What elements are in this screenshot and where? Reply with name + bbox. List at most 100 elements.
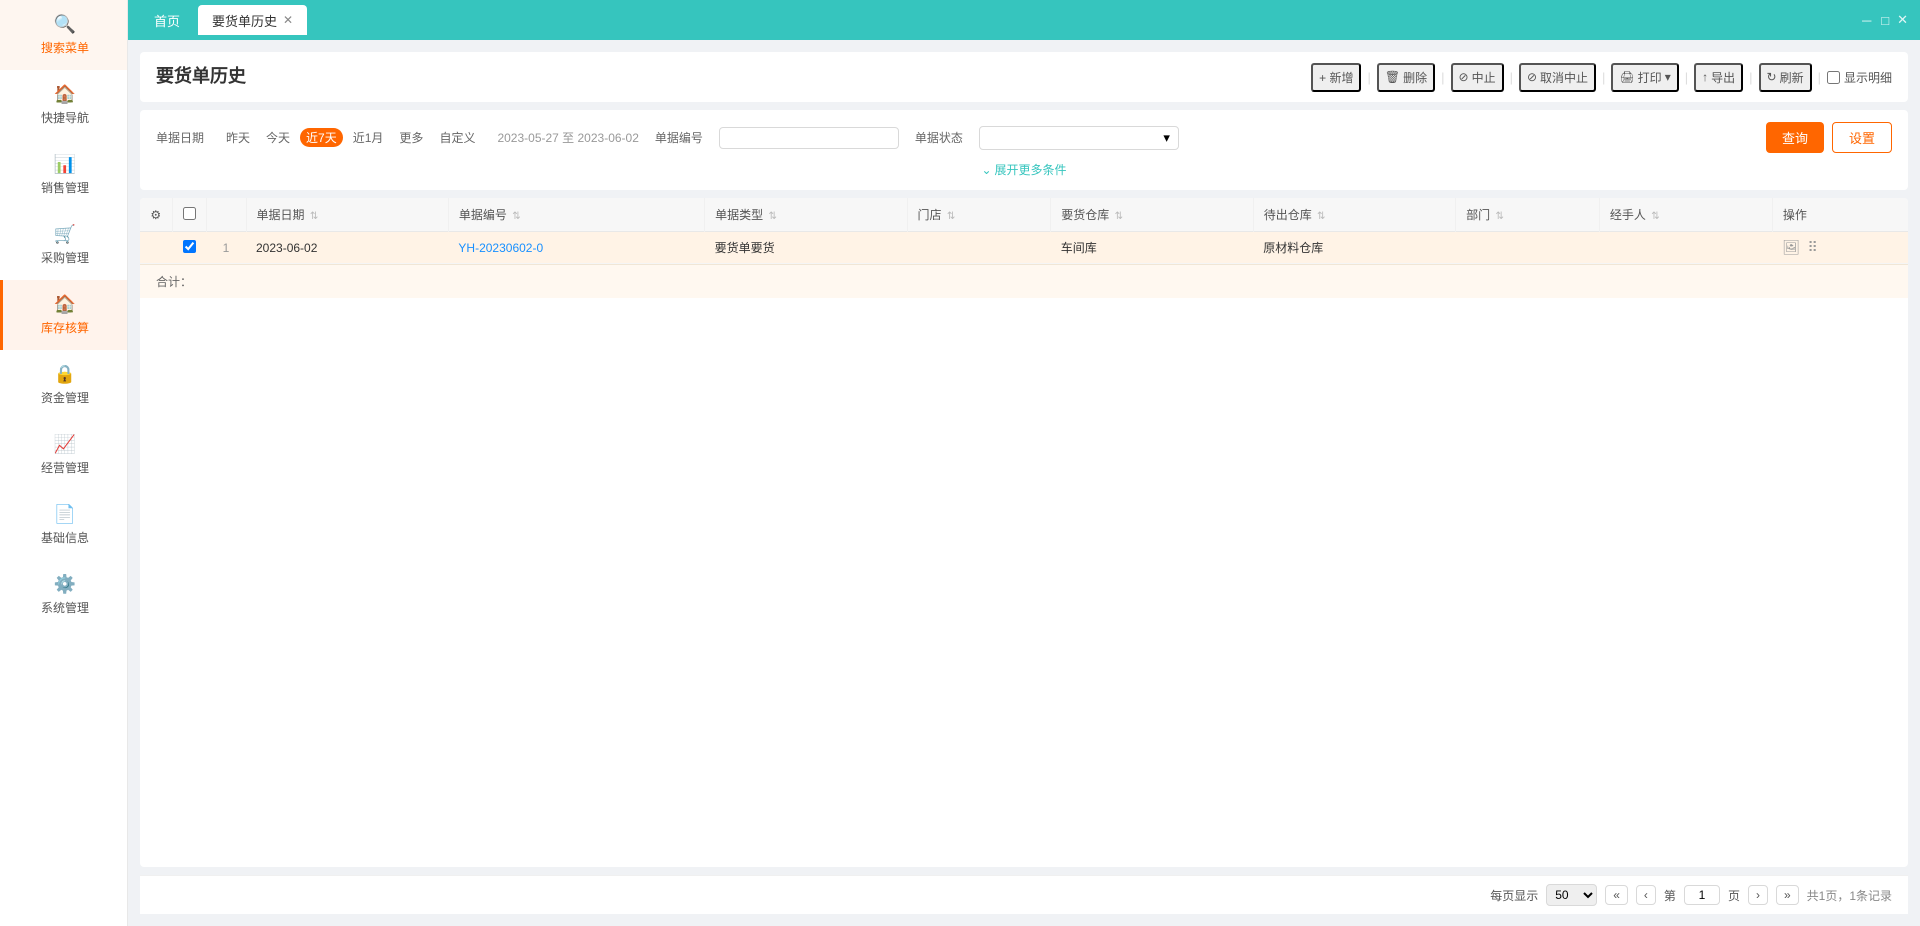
col-settings: ⚙ — [140, 198, 172, 232]
delete-button[interactable]: 🗑 删除 — [1377, 63, 1435, 92]
date-shortcuts: 昨天 今天 近7天 近1月 更多 自定义 — [220, 128, 481, 147]
date-range-display: 2023-05-27 至 2023-06-02 — [497, 129, 638, 146]
total-info: 共1页，1条记录 — [1807, 887, 1892, 904]
filter-row-1: 单据日期 昨天 今天 近7天 近1月 更多 自定义 2023-05-27 至 2… — [156, 122, 1892, 153]
print-button[interactable]: 🖨 打印 ▾ — [1611, 63, 1678, 92]
window-maximize-icon[interactable]: □ — [1881, 13, 1889, 28]
shortcut-7days[interactable]: 近7天 — [300, 128, 343, 147]
col-checkbox — [172, 198, 206, 232]
sidebar-item-operations[interactable]: 📈 经营管理 — [0, 420, 127, 490]
col-doc-date: 单据日期 ⇅ — [246, 198, 448, 232]
show-detail-toggle[interactable]: 显示明细 — [1827, 69, 1892, 86]
refresh-button[interactable]: ↻ 刷新 — [1759, 63, 1812, 92]
sort-pending-warehouse-icon[interactable]: ⇅ — [1317, 211, 1325, 222]
table-footer: 合计： — [140, 264, 1908, 298]
last-page-button[interactable]: » — [1776, 885, 1799, 905]
show-detail-checkbox[interactable] — [1827, 71, 1840, 84]
export-icon: ↑ — [1702, 70, 1708, 84]
filter-panel: 单据日期 昨天 今天 近7天 近1月 更多 自定义 2023-05-27 至 2… — [140, 110, 1908, 190]
base-info-icon: 📄 — [54, 504, 76, 525]
page-suffix: 页 — [1728, 887, 1740, 904]
sidebar-item-search-menu-label: 搜索菜单 — [41, 39, 89, 56]
window-minimize-icon[interactable]: － — [1860, 11, 1873, 30]
doc-no-link[interactable]: YH-20230602-0 — [458, 241, 543, 255]
prev-page-button[interactable]: ‹ — [1636, 885, 1656, 905]
sidebar-item-system[interactable]: ⚙️ 系统管理 — [0, 560, 127, 630]
shortcut-1month[interactable]: 近1月 — [347, 128, 390, 147]
sales-icon: 📊 — [54, 154, 76, 175]
row-actions: 🖼 ⠿ — [1772, 232, 1908, 264]
row-settings-col — [140, 232, 172, 264]
finance-icon: 🔒 — [54, 364, 76, 385]
sort-doc-no-icon[interactable]: ⇅ — [512, 211, 520, 222]
table-header-row: ⚙ 单据日期 ⇅ 单据编号 ⇅ — [140, 198, 1908, 232]
row-store — [907, 232, 1051, 264]
tab-close-icon[interactable]: ✕ — [283, 13, 293, 27]
sidebar-item-base-info[interactable]: 📄 基础信息 — [0, 490, 127, 560]
sort-doc-date-icon[interactable]: ⇅ — [310, 211, 318, 222]
table-row[interactable]: 1 2023-06-02 YH-20230602-0 要货单要货 车间库 原材料… — [140, 232, 1908, 264]
stop-button[interactable]: ⊘ 中止 — [1451, 63, 1504, 92]
doc-no-input[interactable] — [719, 127, 899, 149]
cancel-stop-button[interactable]: ⊘ 取消中止 — [1519, 63, 1596, 92]
page-number-input[interactable] — [1684, 885, 1720, 905]
shortcut-more[interactable]: 更多 — [393, 128, 429, 147]
sort-department-icon[interactable]: ⇅ — [1495, 211, 1503, 222]
expand-more-button[interactable]: ⌄ 展开更多条件 — [981, 161, 1066, 178]
query-button[interactable]: 查询 — [1766, 122, 1824, 153]
tab-home[interactable]: 首页 — [140, 5, 194, 35]
quick-nav-icon: 🏠 — [54, 84, 76, 105]
column-settings-icon[interactable]: ⚙ — [150, 208, 161, 222]
sidebar-item-finance[interactable]: 🔒 资金管理 — [0, 350, 127, 420]
col-num — [206, 198, 246, 232]
page-header: 要货单历史 + 新增 | 🗑 删除 | ⊘ 中止 | ⊘ 取消中止 | — [140, 52, 1908, 102]
sidebar-item-sales-label: 销售管理 — [41, 179, 89, 196]
system-icon: ⚙️ — [54, 574, 76, 595]
row-view-icon[interactable]: 🖼 — [1782, 239, 1800, 255]
select-all-checkbox[interactable] — [183, 207, 196, 220]
new-button[interactable]: + 新增 — [1311, 63, 1361, 92]
tab-home-label: 首页 — [154, 11, 180, 30]
row-more-icon[interactable]: ⠿ — [1808, 239, 1818, 255]
expand-chevron-icon: ⌄ — [981, 163, 991, 177]
header-actions: + 新增 | 🗑 删除 | ⊘ 中止 | ⊘ 取消中止 | 🖨 — [1311, 63, 1892, 92]
sidebar-item-quick-nav[interactable]: 🏠 快捷导航 — [0, 70, 127, 140]
tab-requisition-history-label: 要货单历史 — [212, 11, 277, 30]
sidebar-item-sales[interactable]: 📊 销售管理 — [0, 140, 127, 210]
col-department: 部门 ⇅ — [1456, 198, 1600, 232]
page-size-select[interactable]: 20 50 100 200 — [1546, 884, 1597, 906]
col-doc-no: 单据编号 ⇅ — [448, 198, 704, 232]
shortcut-today[interactable]: 今天 — [260, 128, 296, 147]
window-close-icon[interactable]: ✕ — [1897, 12, 1908, 28]
row-pending-warehouse: 原材料仓库 — [1253, 232, 1455, 264]
inventory-icon: 🏠 — [54, 294, 76, 315]
sidebar-item-base-info-label: 基础信息 — [41, 529, 89, 546]
page-label: 第 — [1664, 887, 1676, 904]
filter-settings-button[interactable]: 设置 — [1832, 122, 1892, 153]
sort-store-icon[interactable]: ⇅ — [947, 211, 955, 222]
status-select[interactable]: ▾ — [979, 126, 1179, 150]
sidebar-item-search-menu[interactable]: 🔍 搜索菜单 — [0, 0, 127, 70]
sort-req-warehouse-icon[interactable]: ⇅ — [1115, 211, 1123, 222]
shortcut-custom[interactable]: 自定义 — [433, 128, 481, 147]
sort-doc-type-icon[interactable]: ⇅ — [768, 211, 776, 222]
row-checkbox-col[interactable] — [172, 232, 206, 264]
doc-no-label: 单据编号 — [655, 129, 703, 146]
stop-icon: ⊘ — [1459, 70, 1469, 84]
tab-requisition-history[interactable]: 要货单历史 ✕ — [198, 5, 307, 35]
sort-handler-icon[interactable]: ⇅ — [1651, 211, 1659, 222]
row-doc-no: YH-20230602-0 — [448, 232, 704, 264]
operations-icon: 📈 — [54, 434, 76, 455]
print-chevron-icon: ▾ — [1665, 70, 1671, 84]
row-req-warehouse: 车间库 — [1051, 232, 1253, 264]
first-page-button[interactable]: « — [1605, 885, 1628, 905]
next-page-button[interactable]: › — [1748, 885, 1768, 905]
col-doc-type: 单据类型 ⇅ — [705, 198, 907, 232]
export-button[interactable]: ↑ 导出 — [1694, 63, 1743, 92]
sidebar-item-inventory[interactable]: 🏠 库存核算 — [0, 280, 127, 350]
col-store: 门店 ⇅ — [907, 198, 1051, 232]
shortcut-yesterday[interactable]: 昨天 — [220, 128, 256, 147]
row-checkbox[interactable] — [183, 240, 196, 253]
sidebar-item-purchase[interactable]: 🛒 采购管理 — [0, 210, 127, 280]
row-department — [1456, 232, 1600, 264]
